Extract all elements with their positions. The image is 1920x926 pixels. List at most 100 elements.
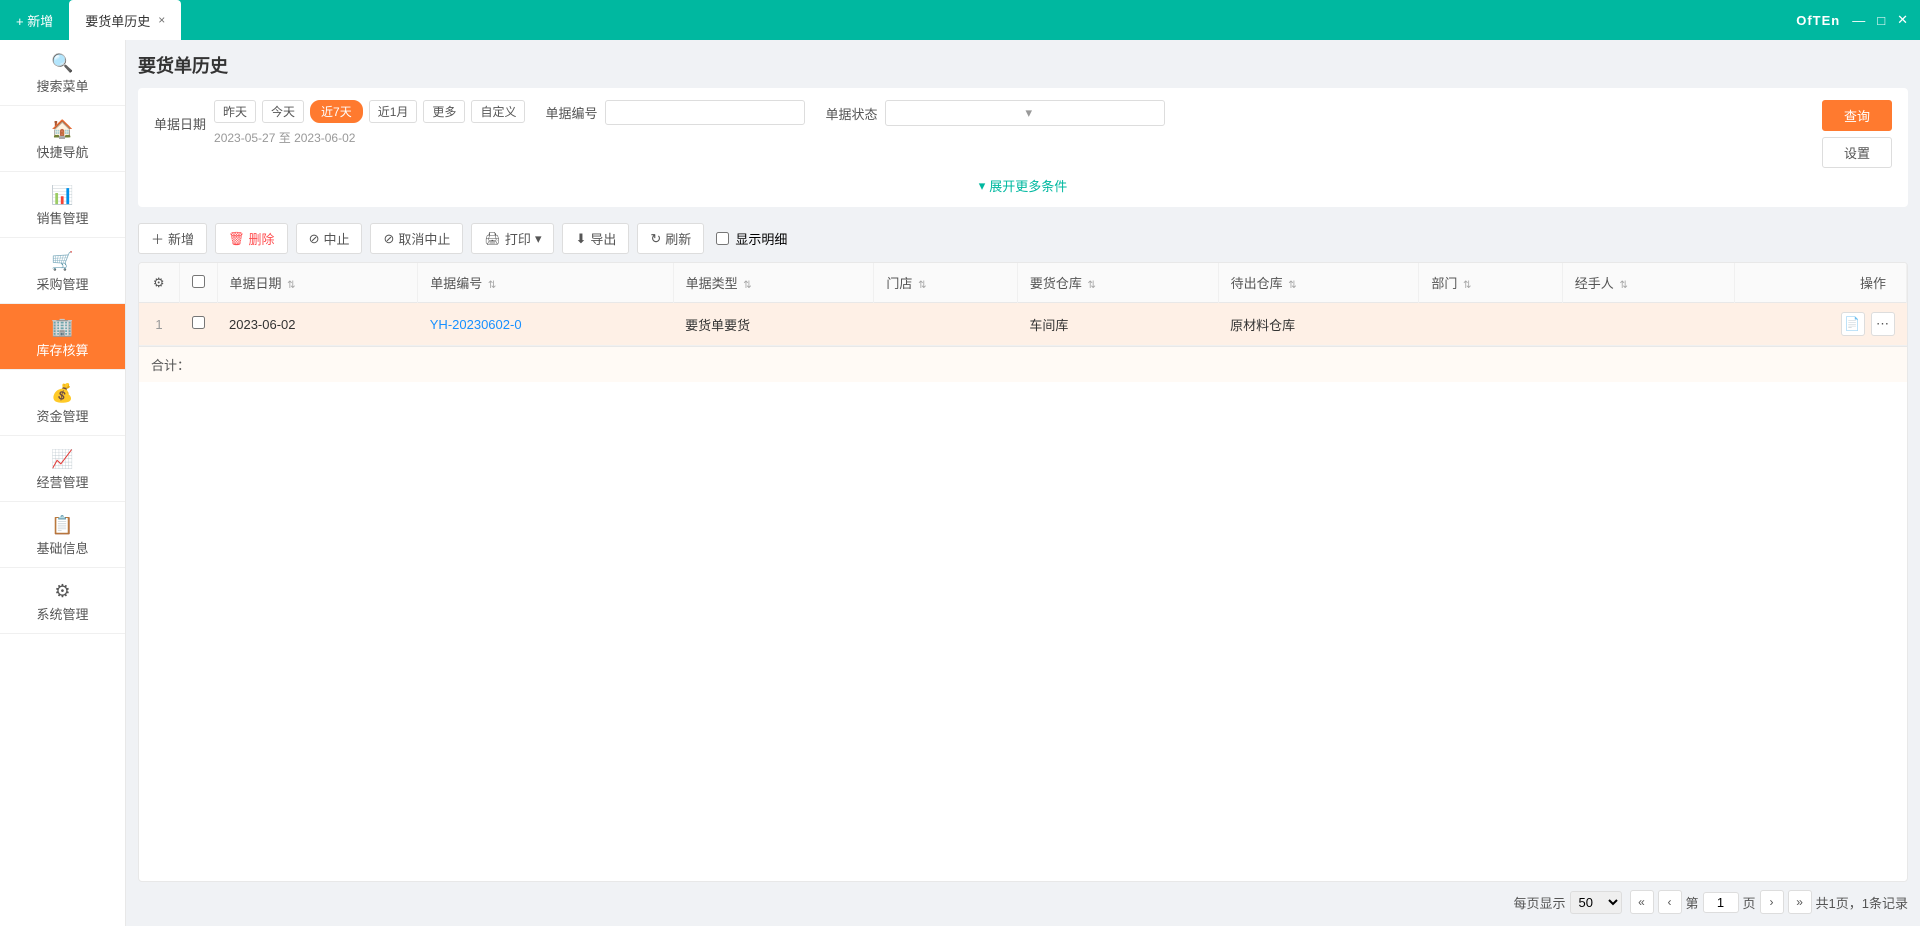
cancel-stop-button[interactable]: ⊘ 取消中止	[370, 223, 463, 254]
table-header-handler[interactable]: 经手人 ⇅	[1562, 263, 1734, 303]
row-actions-cell: 📄 ⋯	[1734, 303, 1906, 346]
tab-home[interactable]: + 新增	[0, 0, 69, 40]
date-range-text: 2023-05-27 至 2023-06-02	[214, 129, 525, 146]
row-orderno-link[interactable]: YH-20230602-0	[430, 317, 522, 332]
window-minimize-btn[interactable]: —	[1852, 13, 1865, 28]
sidebar: 🔍 搜索菜单 🏠 快捷导航 📊 销售管理 🛒 采购管理 🏢 库存核算 💰 资金管…	[0, 40, 126, 926]
sales-icon: 📊	[51, 186, 73, 204]
page-size-select[interactable]: 10 20 50 100	[1570, 891, 1622, 914]
row-checkbox-cell	[179, 303, 217, 346]
row-type: 要货单要货	[673, 303, 874, 346]
row-orderno: YH-20230602-0	[418, 303, 673, 346]
print-chevron-icon: ▾	[535, 231, 542, 247]
filter-status-select[interactable]: ▾	[885, 100, 1165, 126]
prev-page-btn[interactable]: ‹	[1658, 890, 1682, 914]
next-page-btn[interactable]: ›	[1760, 890, 1784, 914]
expand-filters-btn[interactable]: ▾ 展开更多条件	[979, 176, 1068, 195]
row-view-btn[interactable]: 📄	[1841, 312, 1865, 336]
last-page-btn[interactable]: »	[1788, 890, 1812, 914]
table-header-actions: 操作	[1734, 263, 1906, 303]
date-btn-custom[interactable]: 自定义	[471, 100, 525, 123]
delete-button[interactable]: 🗑 删除	[215, 223, 288, 254]
table-header-pending-warehouse[interactable]: 待出仓库 ⇅	[1218, 263, 1419, 303]
sidebar-item-finance[interactable]: 💰 资金管理	[0, 370, 125, 436]
top-bar: + 新增 要货单历史 × OfTEn — □ ✕	[0, 0, 1920, 40]
export-button[interactable]: ⬇ 导出	[562, 223, 629, 254]
table-header-type[interactable]: 单据类型 ⇅	[673, 263, 874, 303]
sidebar-item-operations[interactable]: 📈 经营管理	[0, 436, 125, 502]
tab-list: + 新增 要货单历史 ×	[0, 0, 181, 40]
select-all-checkbox[interactable]	[192, 275, 205, 288]
sidebar-item-search[interactable]: 🔍 搜索菜单	[0, 40, 125, 106]
display-detail-checkbox[interactable]	[716, 232, 729, 245]
home-icon: 🏠	[51, 120, 73, 138]
date-btn-today[interactable]: 今天	[262, 100, 304, 123]
print-button[interactable]: 🖨 打印 ▾	[471, 223, 554, 254]
sidebar-item-search-label: 搜索菜单	[36, 76, 88, 95]
row-more-btn[interactable]: ⋯	[1871, 312, 1895, 336]
table-body: 1 2023-06-02 YH-20230602-0 要货单要货 车间库 原材料…	[139, 303, 1907, 346]
stop-button[interactable]: ⊘ 中止	[296, 223, 363, 254]
table-header-store[interactable]: 门店 ⇅	[874, 263, 1017, 303]
row-date: 2023-06-02	[217, 303, 418, 346]
sidebar-item-quicknav-label: 快捷导航	[36, 142, 88, 161]
refresh-button[interactable]: ↻ 刷新	[637, 223, 704, 254]
row-store	[874, 303, 1017, 346]
current-page-input[interactable]	[1703, 892, 1739, 913]
row-checkbox[interactable]	[192, 316, 205, 329]
table-header-req-warehouse[interactable]: 要货仓库 ⇅	[1017, 263, 1218, 303]
display-detail-label: 显示明细	[735, 229, 787, 248]
chevron-down-icon: ▾	[1025, 105, 1156, 121]
sidebar-item-purchase[interactable]: 🛒 采购管理	[0, 238, 125, 304]
sidebar-item-system[interactable]: ⚙ 系统管理	[0, 568, 125, 634]
sidebar-item-quicknav[interactable]: 🏠 快捷导航	[0, 106, 125, 172]
table-header-dept[interactable]: 部门 ⇅	[1419, 263, 1562, 303]
row-seq: 1	[139, 303, 179, 346]
pagination-bar: 每页显示 10 20 50 100 « ‹ 第 页 › » 共1页，1条记录	[138, 882, 1908, 914]
first-page-btn[interactable]: «	[1630, 890, 1654, 914]
new-button[interactable]: ＋ 新增	[138, 223, 207, 254]
table-header-orderno[interactable]: 单据编号 ⇅	[418, 263, 673, 303]
sort-date-icon: ⇅	[287, 280, 295, 291]
sort-dept-icon: ⇅	[1463, 280, 1471, 291]
table-header-checkbox	[179, 263, 217, 303]
date-btn-more[interactable]: 更多	[423, 100, 465, 123]
table-header-date[interactable]: 单据日期 ⇅	[217, 263, 418, 303]
query-button[interactable]: 查询	[1822, 100, 1892, 131]
window-close-btn[interactable]: ✕	[1897, 12, 1908, 28]
sort-handler-icon: ⇅	[1619, 280, 1627, 291]
filter-orderno-input[interactable]	[605, 100, 805, 125]
sort-type-icon: ⇅	[743, 280, 751, 291]
filter-date-label: 单据日期	[154, 114, 206, 133]
date-btn-7days[interactable]: 近7天	[310, 100, 363, 123]
table-header-store-label: 门店	[886, 276, 912, 291]
new-button-label: 新增	[168, 229, 194, 248]
table-header-type-label: 单据类型	[686, 276, 738, 291]
page-title: 要货单历史	[138, 52, 1908, 78]
content-area: 要货单历史 单据日期 昨天 今天 近7天 近1月 更多 自定义	[126, 40, 1920, 926]
finance-icon: 💰	[51, 384, 73, 402]
sort-orderno-icon: ⇅	[488, 280, 496, 291]
tab-close-icon[interactable]: ×	[158, 13, 165, 27]
filter-panel: 单据日期 昨天 今天 近7天 近1月 更多 自定义 2023-05-27 至 2…	[138, 88, 1908, 207]
tab-order-history[interactable]: 要货单历史 ×	[69, 0, 181, 40]
date-btn-1month[interactable]: 近1月	[369, 100, 418, 123]
table-header-handler-label: 经手人	[1575, 276, 1614, 291]
tab-order-history-label: 要货单历史	[85, 11, 150, 30]
date-filter-col: 昨天 今天 近7天 近1月 更多 自定义 2023-05-27 至 2023-0…	[214, 100, 525, 146]
table-header-settings[interactable]: ⚙	[139, 263, 179, 303]
filter-date-group: 单据日期 昨天 今天 近7天 近1月 更多 自定义 2023-05-27 至 2…	[154, 100, 525, 146]
date-btn-yesterday[interactable]: 昨天	[214, 100, 256, 123]
window-maximize-btn[interactable]: □	[1877, 13, 1885, 28]
stop-icon: ⊘	[309, 231, 320, 247]
sidebar-item-basic-info[interactable]: 📋 基础信息	[0, 502, 125, 568]
delete-button-label: 删除	[249, 229, 275, 248]
row-req-warehouse: 车间库	[1017, 303, 1218, 346]
sidebar-item-inventory[interactable]: 🏢 库存核算	[0, 304, 125, 370]
sidebar-item-sales[interactable]: 📊 销售管理	[0, 172, 125, 238]
sort-req-warehouse-icon: ⇅	[1087, 280, 1095, 291]
settings-button[interactable]: 设置	[1822, 137, 1892, 168]
sidebar-item-purchase-label: 采购管理	[36, 274, 88, 293]
row-pending-warehouse: 原材料仓库	[1218, 303, 1419, 346]
table-header-orderno-label: 单据编号	[430, 276, 482, 291]
